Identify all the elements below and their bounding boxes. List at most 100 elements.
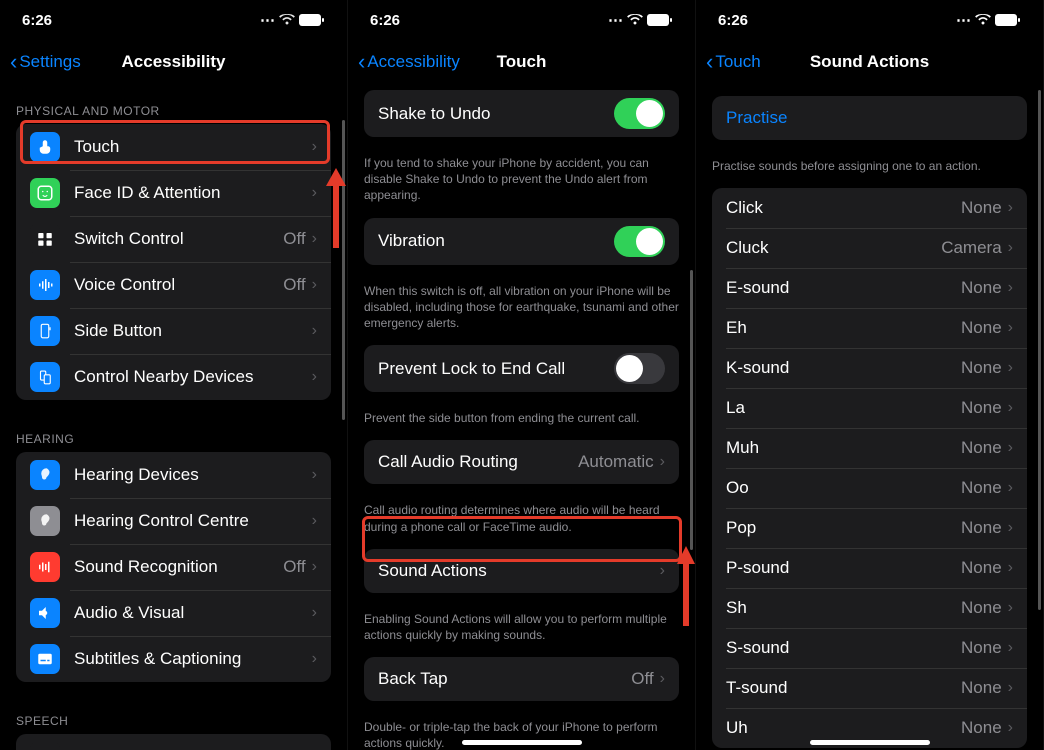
row-label: Click [726,198,961,218]
back-label: Accessibility [367,52,460,72]
row-call-audio[interactable]: Call Audio Routing Automatic › [364,440,679,484]
row-hearing-control-centre[interactable]: Hearing Control Centre › [16,498,331,544]
row-vibration[interactable]: Vibration [364,218,679,265]
row-prevent-lock[interactable]: Prevent Lock to End Call [364,345,679,392]
row-value: None [961,278,1002,298]
row-sound-psound[interactable]: P-soundNone› [712,548,1027,588]
chevron-right-icon: › [660,453,665,471]
cellular-icon: ⋯ [956,11,971,29]
row-label: Call Audio Routing [378,452,578,472]
row-faceid[interactable]: Face ID & Attention › [16,170,331,216]
battery-icon [995,14,1021,26]
home-indicator[interactable] [462,740,582,745]
row-label: Vibration [378,231,614,251]
call-audio-group: Call Audio Routing Automatic › [364,440,679,484]
row-hearing-devices[interactable]: Hearing Devices › [16,452,331,498]
row-label: E-sound [726,278,961,298]
vibration-toggle[interactable] [614,226,665,257]
row-label: Prevent Lock to End Call [378,359,614,379]
cellular-icon: ⋯ [260,11,275,29]
home-indicator[interactable] [810,740,930,745]
row-touch[interactable]: Touch › [16,124,331,170]
status-bar: 6:26 ⋯ [348,0,695,40]
row-label: Side Button [74,321,312,341]
row-sound-actions[interactable]: Sound Actions › [364,549,679,593]
hearing-devices-icon [30,460,60,490]
row-sound-cluck[interactable]: CluckCamera› [712,228,1027,268]
row-value: None [961,398,1002,418]
row-switch-control[interactable]: Switch Control Off › [16,216,331,262]
vibration-group: Vibration [364,218,679,265]
chevron-right-icon: › [1008,199,1013,217]
section-header-physical: PHYSICAL AND MOTOR [0,84,347,124]
chevron-right-icon: › [312,512,317,530]
practise-group: Practise [712,96,1027,140]
chevron-right-icon: › [660,562,665,580]
back-button[interactable]: ‹ Settings [10,49,81,75]
row-label: P-sound [726,558,961,578]
row-label: Subtitles & Captioning [74,649,312,669]
scrollbar[interactable] [1038,90,1041,610]
chevron-right-icon: › [1008,639,1013,657]
back-button[interactable]: ‹ Accessibility [358,49,460,75]
row-shake-to-undo[interactable]: Shake to Undo [364,90,679,137]
row-value: Camera [941,238,1001,258]
nav-title: Touch [497,52,547,72]
row-sound-click[interactable]: ClickNone› [712,188,1027,228]
status-time: 6:26 [22,12,52,29]
row-sound-pop[interactable]: PopNone› [712,508,1027,548]
back-tap-group: Back Tap Off › [364,657,679,701]
row-label: Oo [726,478,961,498]
row-control-nearby[interactable]: Control Nearby Devices › [16,354,331,400]
row-sound-muh[interactable]: MuhNone› [712,428,1027,468]
row-audio-visual[interactable]: Audio & Visual › [16,590,331,636]
chevron-left-icon: ‹ [358,49,365,75]
chevron-right-icon: › [1008,479,1013,497]
side-button-icon [30,316,60,346]
row-sound-la[interactable]: LaNone› [712,388,1027,428]
row-label: Sh [726,598,961,618]
row-back-tap[interactable]: Back Tap Off › [364,657,679,701]
row-sound-oo[interactable]: OoNone› [712,468,1027,508]
row-sound-ksound[interactable]: K-soundNone› [712,348,1027,388]
row-label: Audio & Visual [74,603,312,623]
row-subtitles[interactable]: Subtitles & Captioning › [16,636,331,682]
row-sound-recognition[interactable]: Sound Recognition Off › [16,544,331,590]
row-sound-ssound[interactable]: S-soundNone› [712,628,1027,668]
nav-header: ‹ Touch Sound Actions [696,40,1043,84]
row-label: Back Tap [378,669,631,689]
prevent-lock-toggle[interactable] [614,353,665,384]
row-voice-control[interactable]: Voice Control Off › [16,262,331,308]
chevron-right-icon: › [1008,279,1013,297]
row-value: Off [283,557,305,577]
row-side-button[interactable]: Side Button › [16,308,331,354]
chevron-right-icon: › [1008,719,1013,737]
row-label: Switch Control [74,229,283,249]
chevron-right-icon: › [1008,679,1013,697]
row-value: None [961,678,1002,698]
back-button[interactable]: ‹ Touch [706,49,761,75]
row-label: Sound Actions [378,561,660,581]
sounds-group: ClickNone›CluckCamera›E-soundNone›EhNone… [712,188,1027,748]
status-right: ⋯ [608,11,673,29]
row-value: Off [283,229,305,249]
row-label: La [726,398,961,418]
scrollbar[interactable] [342,120,345,420]
row-practise[interactable]: Practise [712,96,1027,140]
row-sound-eh[interactable]: EhNone› [712,308,1027,348]
call-audio-footnote: Call audio routing determines where audi… [348,496,695,548]
shake-footnote: If you tend to shake your iPhone by acci… [348,149,695,218]
row-value: Automatic [578,452,654,472]
screen-sound-actions: 6:26 ⋯ ‹ Touch Sound Actions Practise Pr… [696,0,1044,750]
scrollbar[interactable] [690,270,693,550]
chevron-right-icon: › [1008,319,1013,337]
chevron-right-icon: › [312,558,317,576]
row-sound-sh[interactable]: ShNone› [712,588,1027,628]
hearing-group: Hearing Devices › Hearing Control Centre… [16,452,331,682]
row-sound-tsound[interactable]: T-soundNone› [712,668,1027,708]
row-live-speech[interactable]: Live Speech Off › [16,734,331,750]
practise-footnote: Practise sounds before assigning one to … [696,152,1043,188]
cellular-icon: ⋯ [608,11,623,29]
row-sound-esound[interactable]: E-soundNone › [712,268,1027,308]
shake-toggle[interactable] [614,98,665,129]
